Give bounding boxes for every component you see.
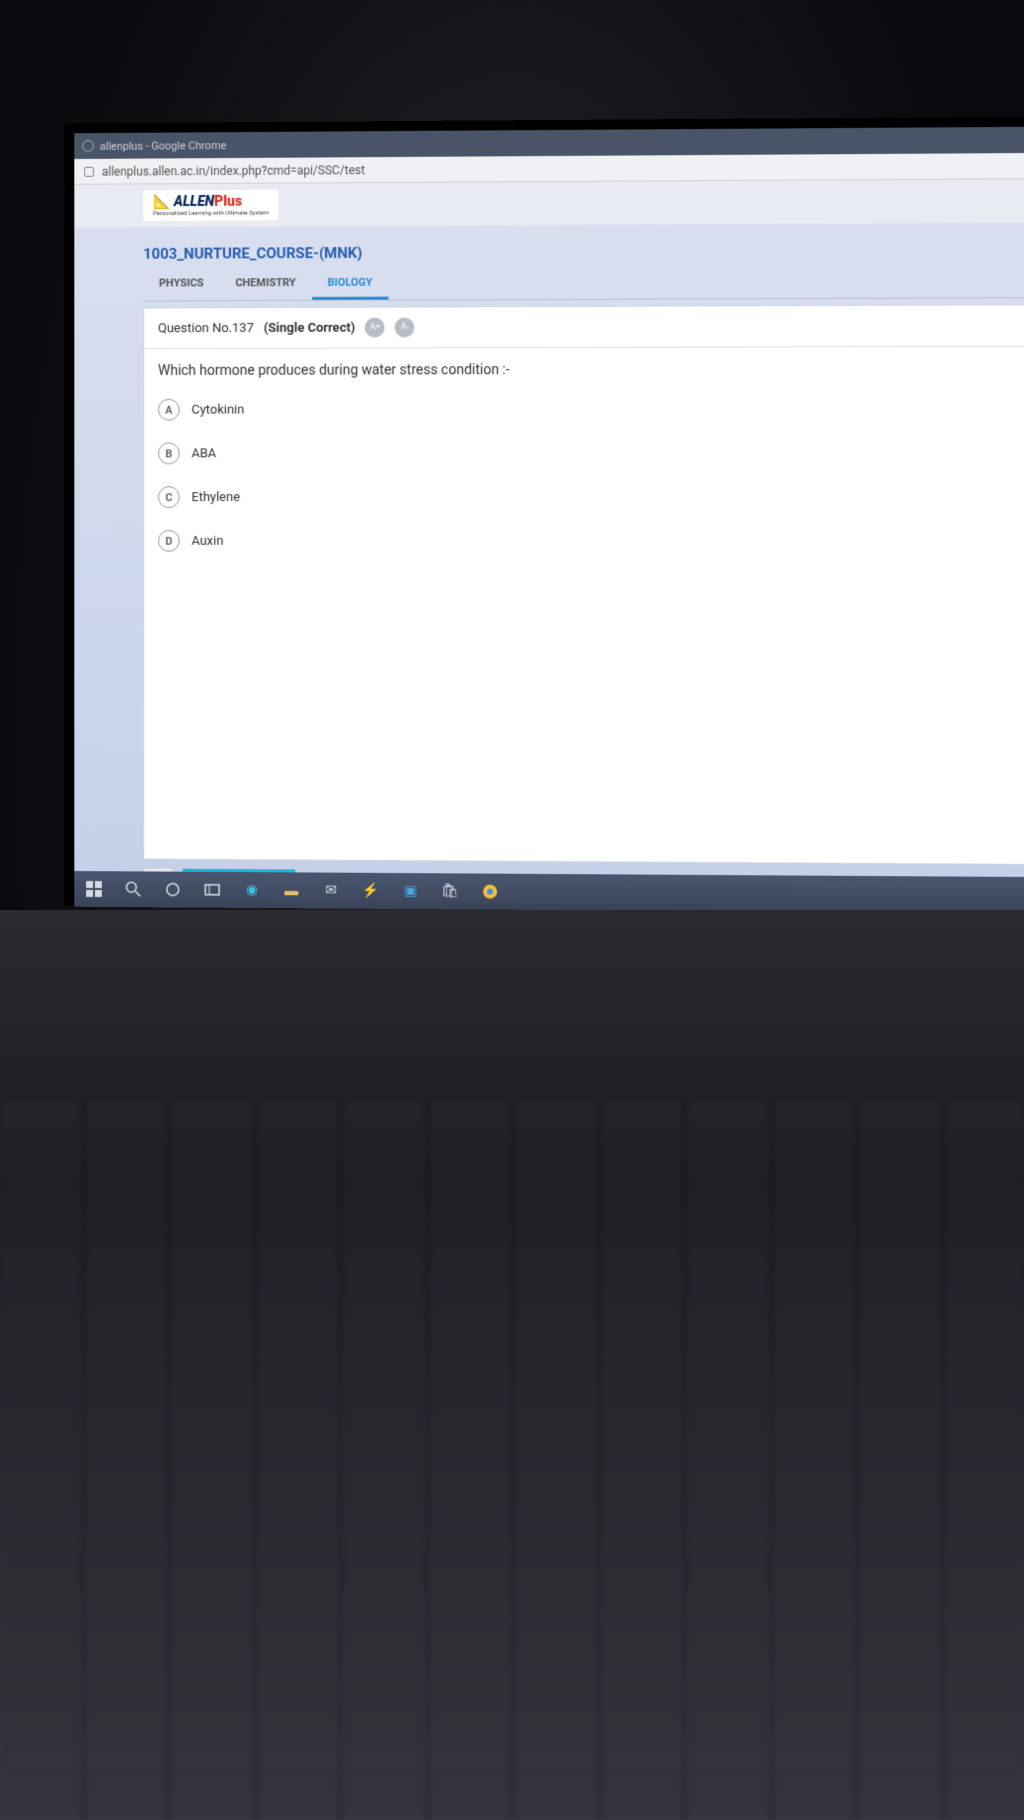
globe-icon xyxy=(82,140,94,152)
tab-title[interactable]: allenplus - Google Chrome xyxy=(100,139,227,153)
store-icon[interactable]: 🛍 xyxy=(440,881,460,901)
start-icon[interactable] xyxy=(84,879,104,899)
option-key: C xyxy=(158,486,180,508)
question-type: (Single Correct) xyxy=(264,320,356,335)
option-text: Ethylene xyxy=(192,490,240,505)
tab-biology[interactable]: BIOLOGY xyxy=(312,268,389,300)
option-key: D xyxy=(158,530,180,552)
laptop-screen: allenplus - Google Chrome allenplus.alle… xyxy=(64,117,1024,914)
question-panel: Question No.137 (Single Correct) A+ A- W… xyxy=(143,304,1024,865)
option-text: ABA xyxy=(192,446,217,461)
question-text: Which hormone produces during water stre… xyxy=(144,347,1024,393)
power-icon[interactable]: ⚡ xyxy=(361,881,381,901)
mail-icon[interactable]: ✉ xyxy=(321,881,341,901)
content-area: 1003_NURTURE_COURSE-(MNK) PHYSICS CHEMIS… xyxy=(74,222,1024,913)
app-header: 📐 ALLENPlus Personalized Learning with U… xyxy=(74,179,1024,227)
option-d[interactable]: D Auxin xyxy=(158,530,1024,552)
allen-plus-logo[interactable]: 📐 ALLENPlus Personalized Learning with U… xyxy=(143,190,278,222)
edge-icon[interactable]: ◉ xyxy=(242,880,262,900)
option-text: Cytokinin xyxy=(192,402,245,417)
task-view-icon[interactable] xyxy=(202,880,222,900)
lock-icon xyxy=(84,166,94,176)
question-number: Question No.137 xyxy=(158,321,254,336)
camera-icon[interactable]: ▣ xyxy=(400,881,420,901)
option-b[interactable]: B ABA xyxy=(158,441,1024,464)
chrome-icon[interactable] xyxy=(480,882,500,902)
course-title: 1003_NURTURE_COURSE-(MNK) xyxy=(143,241,1024,263)
tab-physics[interactable]: PHYSICS xyxy=(143,268,219,300)
option-key: B xyxy=(158,442,180,464)
keyboard xyxy=(0,1100,1024,1820)
font-decrease-button[interactable]: A- xyxy=(395,317,415,337)
windows-taskbar: ◉ ▬ ✉ ⚡ ▣ 🛍 xyxy=(74,871,1024,913)
file-explorer-icon[interactable]: ▬ xyxy=(281,880,301,900)
options-list: A Cytokinin B ABA C Ethylene D Auxin xyxy=(144,391,1024,558)
font-increase-button[interactable]: A+ xyxy=(365,318,385,338)
search-icon[interactable] xyxy=(123,879,143,899)
question-header: Question No.137 (Single Correct) A+ A- xyxy=(144,305,1024,349)
option-c[interactable]: C Ethylene xyxy=(158,486,1024,508)
option-key: A xyxy=(158,399,180,421)
url-text: allenplus.allen.ac.in/index.php?cmd=api/… xyxy=(102,163,365,179)
browser-window: allenplus - Google Chrome allenplus.alle… xyxy=(74,127,1024,914)
option-a[interactable]: A Cytokinin xyxy=(158,397,1024,421)
cortana-icon[interactable] xyxy=(163,880,183,900)
option-text: Auxin xyxy=(192,533,224,548)
subject-tabs: PHYSICS CHEMISTRY BIOLOGY xyxy=(143,265,1024,302)
tab-chemistry[interactable]: CHEMISTRY xyxy=(220,268,312,300)
